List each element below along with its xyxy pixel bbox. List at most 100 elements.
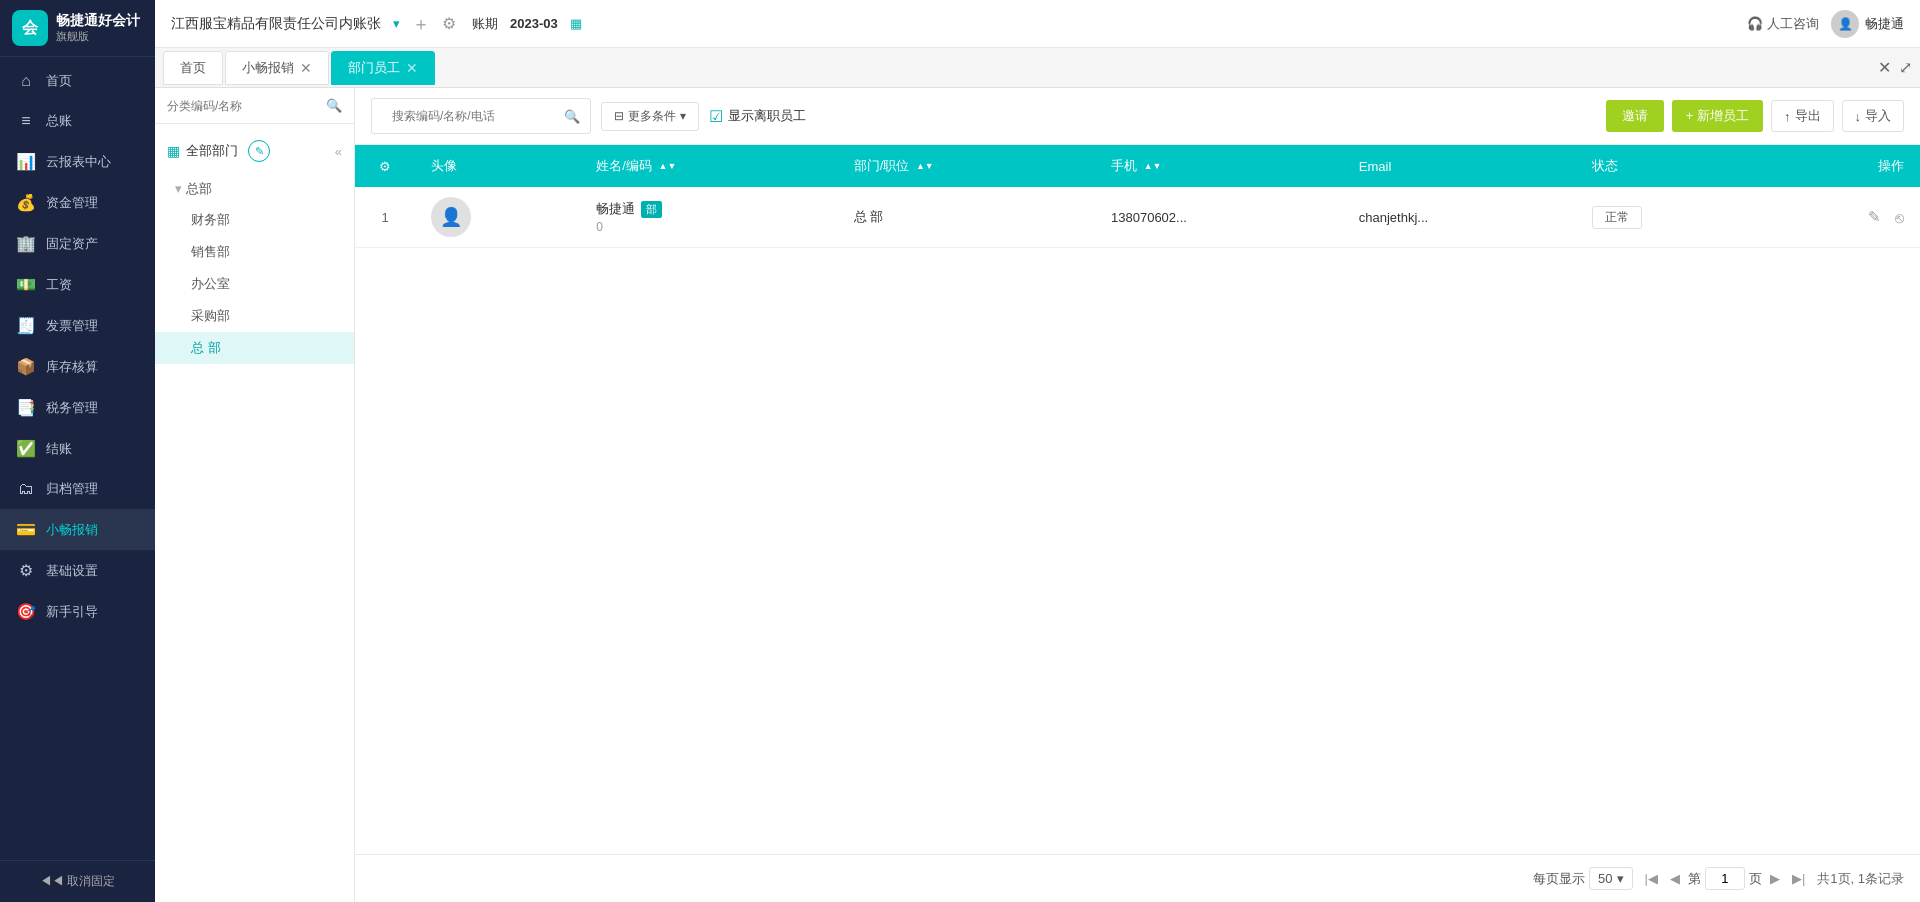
page-size-dropdown[interactable]: 50 ▾ [1589, 867, 1632, 890]
tab-close-all-button[interactable]: ✕ [1878, 58, 1891, 77]
dept-all-item[interactable]: ▦ 全部部门 ✎ « [155, 132, 354, 170]
sidebar-item-invoice[interactable]: 🧾 发票管理 [0, 305, 155, 346]
dept-badge: 部 [641, 201, 662, 218]
dept-child-sales[interactable]: 销售部 [155, 236, 354, 268]
dept-collapse-button[interactable]: « [335, 144, 342, 159]
row-actions: ✎ ⎋ [1764, 187, 1920, 248]
sidebar-item-checkout[interactable]: ✅ 结账 [0, 428, 155, 469]
page-navigation: |◀ ◀ 第 页 ▶ ▶| [1641, 867, 1810, 890]
topbar-gear-icon[interactable]: ⚙ [442, 14, 456, 33]
checkbox-icon: ☑ [709, 107, 723, 126]
tab-expand-button[interactable]: ⤢ [1899, 58, 1912, 77]
first-page-button[interactable]: |◀ [1641, 869, 1662, 888]
invite-button[interactable]: 邀请 [1606, 100, 1664, 132]
sidebar-item-general-ledger[interactable]: ≡ 总账 [0, 101, 155, 141]
import-button[interactable]: ↓ 导入 [1842, 100, 1905, 132]
col-phone[interactable]: 手机 ▲▼ [1095, 145, 1343, 187]
filter-icon: ⊟ [614, 109, 624, 123]
sidebar-item-guide[interactable]: 🎯 新手引导 [0, 591, 155, 632]
username-label: 畅捷通 [1865, 15, 1904, 33]
filter-button[interactable]: ⊟ 更多条件 ▾ [601, 102, 699, 131]
sidebar-item-inventory[interactable]: 📦 库存核算 [0, 346, 155, 387]
tab-expense[interactable]: 小畅报销 ✕ [225, 51, 329, 85]
employee-search-icon[interactable]: 🔍 [564, 109, 580, 124]
sidebar-item-tax[interactable]: 📑 税务管理 [0, 387, 155, 428]
tab-home[interactable]: 首页 [163, 51, 223, 85]
show-resigned-label: 显示离职员工 [728, 107, 806, 125]
company-dropdown-icon[interactable]: ▾ [393, 16, 400, 31]
sidebar-item-archive[interactable]: 🗂 归档管理 [0, 469, 155, 509]
employee-search-box: 🔍 [371, 98, 591, 134]
dept-search-icon[interactable]: 🔍 [326, 98, 342, 113]
add-employee-button[interactable]: + 新增员工 [1672, 100, 1763, 132]
person-icon: 👤 [440, 206, 462, 228]
service-button[interactable]: 🎧 人工咨询 [1747, 15, 1819, 33]
dept-grid-icon: ▦ [167, 143, 180, 159]
dept-search-box: 🔍 [155, 88, 354, 124]
sidebar-item-assets[interactable]: 🏢 固定资产 [0, 223, 155, 264]
sidebar-item-home[interactable]: ⌂ 首页 [0, 61, 155, 101]
sidebar-item-fund[interactable]: 💰 资金管理 [0, 182, 155, 223]
show-resigned-checkbox[interactable]: ☑ 显示离职员工 [709, 107, 806, 126]
sidebar-item-settings[interactable]: ⚙ 基础设置 [0, 550, 155, 591]
main-area: 江西服宝精品有限责任公司内账张 ▾ ＋ ⚙ 账期 2023-03 ▦ 🎧 人工咨… [155, 0, 1920, 902]
content-area: 🔍 ▦ 全部部门 ✎ « ▾总部 财务部 销售部 办公室 采购部 总 [155, 88, 1920, 902]
employee-search-input[interactable] [382, 104, 558, 128]
dept-child-finance[interactable]: 财务部 [155, 204, 354, 236]
avatar-icon: 👤 [1838, 17, 1853, 31]
page-size-value: 50 [1598, 871, 1612, 886]
col-settings[interactable]: ⚙ [355, 145, 415, 187]
prev-page-button[interactable]: ◀ [1666, 869, 1684, 888]
checkout-icon: ✅ [16, 439, 36, 458]
tabs-actions: ✕ ⤢ [1878, 58, 1912, 77]
tab-dept-close-icon[interactable]: ✕ [406, 60, 418, 76]
tab-expense-close-icon[interactable]: ✕ [300, 60, 312, 76]
sidebar-nav: ⌂ 首页 ≡ 总账 📊 云报表中心 💰 资金管理 🏢 固定资产 💵 工资 🧾 发… [0, 57, 155, 860]
sidebar-item-label: 固定资产 [46, 235, 98, 253]
sidebar-item-label: 工资 [46, 276, 72, 294]
period-value: 2023-03 [510, 16, 558, 31]
sidebar-logo: 会 畅捷通好会计 旗舰版 [0, 0, 155, 57]
sidebar-item-label: 首页 [46, 72, 72, 90]
next-page-button[interactable]: ▶ [1766, 869, 1784, 888]
tax-icon: 📑 [16, 398, 36, 417]
user-menu[interactable]: 👤 畅捷通 [1831, 10, 1904, 38]
export-button[interactable]: ↑ 导出 [1771, 100, 1834, 132]
app-logo-icon: 会 [12, 10, 48, 46]
sort-phone-icon: ▲▼ [1144, 162, 1162, 171]
row-avatar-cell: 👤 [415, 187, 580, 248]
sidebar-item-salary[interactable]: 💵 工资 [0, 264, 155, 305]
page-size-chevron-icon: ▾ [1617, 871, 1624, 886]
table-row: 1 👤 畅捷通 部 [355, 187, 1920, 248]
sidebar-item-label: 小畅报销 [46, 521, 98, 539]
col-dept[interactable]: 部门/职位 ▲▼ [838, 145, 1095, 187]
sidebar-item-expense[interactable]: 💳 小畅报销 [0, 509, 155, 550]
dept-parent-hq[interactable]: ▾总部 [155, 174, 354, 204]
dept-edit-button[interactable]: ✎ [248, 140, 270, 162]
tab-department[interactable]: 部门员工 ✕ [331, 51, 435, 85]
col-name[interactable]: 姓名/编码 ▲▼ [580, 145, 837, 187]
row-name-cell: 畅捷通 部 0 [580, 187, 837, 248]
page-number-input[interactable] [1705, 867, 1745, 890]
sidebar-item-cloud-report[interactable]: 📊 云报表中心 [0, 141, 155, 182]
calendar-icon[interactable]: ▦ [570, 16, 582, 31]
user-avatar: 👤 [1831, 10, 1859, 38]
guide-icon: 🎯 [16, 602, 36, 621]
sidebar-item-label: 基础设置 [46, 562, 98, 580]
last-page-button[interactable]: ▶| [1788, 869, 1809, 888]
employee-code: 0 [596, 220, 821, 234]
dept-child-office[interactable]: 办公室 [155, 268, 354, 300]
edit-button[interactable]: ✎ [1868, 208, 1881, 226]
add-company-button[interactable]: ＋ [412, 12, 430, 36]
ledger-icon: ≡ [16, 112, 36, 130]
dept-child-purchase[interactable]: 采购部 [155, 300, 354, 332]
sidebar-unpin-button[interactable]: ◀◀ 取消固定 [0, 860, 155, 902]
logout-button[interactable]: ⎋ [1895, 209, 1904, 226]
row-status: 正常 [1576, 187, 1764, 248]
tab-dept-label: 部门员工 [348, 59, 400, 77]
dept-search-input[interactable] [167, 99, 320, 113]
expense-icon: 💳 [16, 520, 36, 539]
employee-panel: 🔍 ⊟ 更多条件 ▾ ☑ 显示离职员工 邀请 + 新增员工 ↑ 导出 [355, 88, 1920, 902]
dept-child-general[interactable]: 总 部 [155, 332, 354, 364]
pagination-bar: 每页显示 50 ▾ |◀ ◀ 第 页 ▶ ▶| 共1页, 1条记录 [355, 854, 1920, 902]
